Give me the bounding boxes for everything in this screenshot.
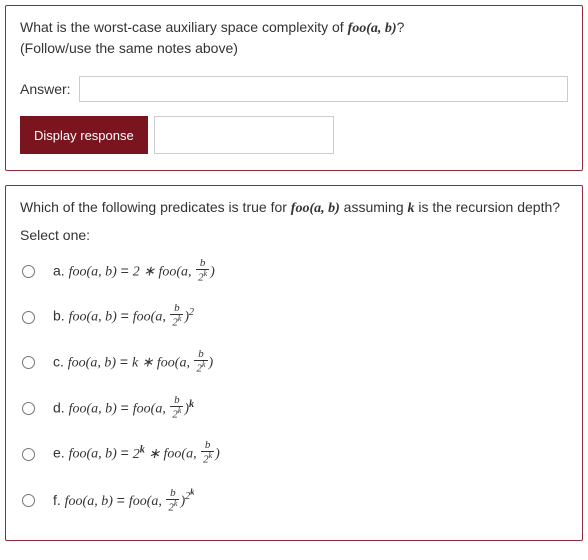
option-c-text: c. foo(a, b) = k ∗ foo(a, b2k) bbox=[53, 350, 213, 376]
opt-lhs: foo(a, b) bbox=[69, 310, 117, 325]
q2-foo-expr: foo(a, b) bbox=[291, 201, 340, 216]
option-d-text: d. foo(a, b) = foo(a, b2k)k bbox=[53, 396, 194, 422]
opt-rhs-pre: 2 ∗ bbox=[133, 264, 159, 279]
select-one-label: Select one: bbox=[20, 227, 568, 243]
display-response-button[interactable]: Display response bbox=[20, 116, 148, 154]
q2-post: is the recursion depth? bbox=[415, 199, 561, 215]
button-row: Display response bbox=[20, 116, 568, 154]
radio-e[interactable] bbox=[22, 448, 35, 461]
opt-rhs-foo: foo(a, bbox=[157, 356, 194, 371]
opt-rhs-post: ) bbox=[215, 447, 220, 462]
option-a-text: a. foo(a, b) = 2 ∗ foo(a, b2k) bbox=[53, 259, 215, 285]
opt-lhs: foo(a, b) bbox=[69, 447, 117, 462]
frac-den: 2k bbox=[194, 361, 207, 375]
q1-line2: (Follow/use the same notes above) bbox=[20, 40, 238, 56]
option-b[interactable]: b. foo(a, b) = foo(a, b2k)2 bbox=[20, 294, 568, 340]
opt-letter: b. bbox=[53, 308, 65, 324]
radio-d[interactable] bbox=[22, 402, 35, 415]
opt-letter: a. bbox=[53, 262, 65, 278]
opt-rhs-foo: foo(a, bbox=[129, 494, 166, 509]
opt-letter: e. bbox=[53, 445, 65, 461]
option-b-text: b. foo(a, b) = foo(a, b2k)2 bbox=[53, 304, 194, 330]
option-e[interactable]: e. foo(a, b) = 2k ∗ foo(a, b2k) bbox=[20, 431, 568, 477]
opt-eq: = bbox=[113, 492, 129, 508]
opt-rhs-foo: foo(a, bbox=[133, 401, 170, 416]
options-list: a. foo(a, b) = 2 ∗ foo(a, b2k) b. foo(a,… bbox=[20, 249, 568, 524]
opt-letter: d. bbox=[53, 399, 65, 415]
q1-line1-pre: What is the worst-case auxiliary space c… bbox=[20, 19, 348, 35]
q2-k: k bbox=[408, 201, 415, 216]
opt-lhs: foo(a, b) bbox=[69, 264, 117, 279]
opt-outer-sup: 2k bbox=[185, 491, 194, 502]
q1-line1-post: ? bbox=[397, 19, 405, 35]
answer-row: Answer: bbox=[20, 76, 568, 102]
fraction: b2k bbox=[170, 303, 183, 329]
option-d[interactable]: d. foo(a, b) = foo(a, b2k)k bbox=[20, 386, 568, 432]
opt-rhs-post: ) bbox=[209, 356, 214, 371]
option-f[interactable]: f. foo(a, b) = foo(a, b2k)2k bbox=[20, 477, 568, 524]
opt-lhs: foo(a, b) bbox=[69, 401, 117, 416]
frac-den: 2k bbox=[166, 500, 179, 514]
opt-letter: f. bbox=[53, 492, 61, 508]
frac-num: b bbox=[196, 258, 209, 270]
opt-lhs: foo(a, b) bbox=[65, 494, 113, 509]
opt-letter: c. bbox=[53, 354, 64, 370]
frac-den: 2k bbox=[201, 452, 214, 466]
frac-num: b bbox=[170, 303, 183, 315]
option-e-text: e. foo(a, b) = 2k ∗ foo(a, b2k) bbox=[53, 441, 220, 467]
frac-num: b bbox=[201, 440, 214, 452]
question-card-2: Which of the following predicates is tru… bbox=[5, 185, 583, 541]
fraction: b2k bbox=[194, 349, 207, 375]
opt-rhs-pre: 2k ∗ bbox=[133, 447, 164, 462]
fraction: b2k bbox=[201, 440, 214, 466]
frac-den: 2k bbox=[170, 315, 183, 329]
q2-text: Which of the following predicates is tru… bbox=[20, 198, 568, 219]
response-output bbox=[154, 116, 334, 154]
question-card-1: What is the worst-case auxiliary space c… bbox=[5, 5, 583, 171]
radio-f[interactable] bbox=[22, 494, 35, 507]
radio-b[interactable] bbox=[22, 311, 35, 324]
opt-rhs-pre: k ∗ bbox=[132, 356, 157, 371]
option-c[interactable]: c. foo(a, b) = k ∗ foo(a, b2k) bbox=[20, 340, 568, 386]
frac-num: b bbox=[166, 488, 179, 500]
frac-num: b bbox=[170, 395, 183, 407]
opt-eq: = bbox=[117, 308, 133, 324]
opt-rhs-post: ) bbox=[210, 264, 215, 279]
answer-label: Answer: bbox=[20, 81, 71, 97]
option-f-text: f. foo(a, b) = foo(a, b2k)2k bbox=[53, 487, 194, 514]
q1-foo-expr: foo(a, b) bbox=[348, 21, 397, 36]
opt-outer-sup: 2 bbox=[189, 307, 194, 318]
opt-eq: = bbox=[116, 354, 132, 370]
q2-pre: Which of the following predicates is tru… bbox=[20, 199, 291, 215]
q1-text: What is the worst-case auxiliary space c… bbox=[20, 18, 568, 58]
opt-eq: = bbox=[117, 399, 133, 415]
frac-den: 2k bbox=[170, 407, 183, 421]
opt-rhs-foo: foo(a, bbox=[133, 310, 170, 325]
opt-rhs-foo: foo(a, bbox=[164, 447, 201, 462]
radio-a[interactable] bbox=[22, 265, 35, 278]
option-a[interactable]: a. foo(a, b) = 2 ∗ foo(a, b2k) bbox=[20, 249, 568, 295]
opt-eq: = bbox=[117, 445, 133, 461]
fraction: b2k bbox=[166, 488, 179, 514]
frac-den: 2k bbox=[196, 270, 209, 284]
opt-eq: = bbox=[117, 262, 133, 278]
fraction: b2k bbox=[170, 395, 183, 421]
fraction: b2k bbox=[196, 258, 209, 284]
q2-mid: assuming bbox=[340, 199, 408, 215]
answer-input[interactable] bbox=[79, 76, 568, 102]
opt-lhs: foo(a, b) bbox=[68, 356, 116, 371]
opt-rhs-foo: foo(a, bbox=[159, 264, 196, 279]
opt-outer-sup: k bbox=[189, 399, 194, 410]
radio-c[interactable] bbox=[22, 356, 35, 369]
